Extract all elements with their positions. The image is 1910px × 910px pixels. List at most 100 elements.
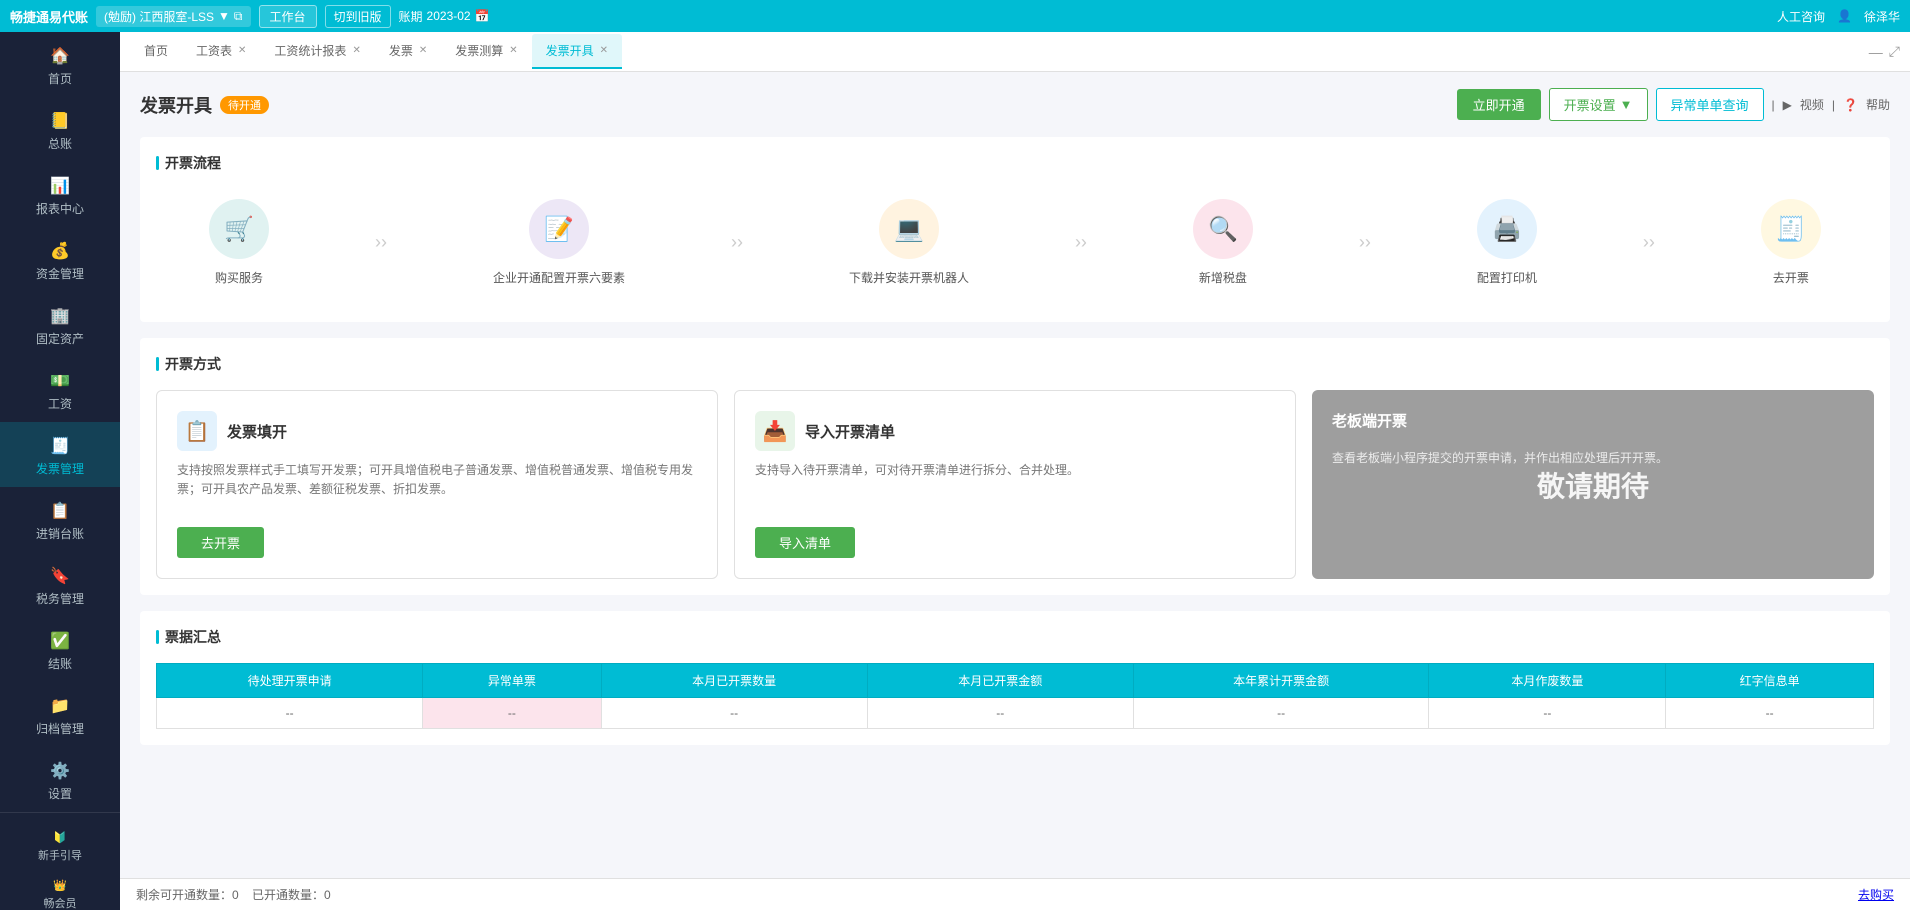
sidebar-item-label: 进销台账	[36, 525, 84, 542]
sidebar-item-vip[interactable]: 👑 畅会员	[0, 871, 120, 910]
method-boss-overlay: 敬请期待	[1537, 465, 1649, 505]
step-arrow-2: ››	[731, 232, 743, 253]
sidebar-item-ledger[interactable]: 📒 总账	[0, 97, 120, 162]
step-config-icon: 📝	[529, 199, 589, 259]
tab-payroll-report[interactable]: 工资统计报表 ✕	[260, 34, 374, 69]
company-dropdown-icon[interactable]: ▼	[218, 9, 230, 23]
tab-invoice-close[interactable]: ✕	[419, 45, 427, 56]
dropdown-arrow-icon: ▼	[1620, 97, 1633, 112]
tab-payroll[interactable]: 工资表 ✕	[182, 34, 260, 69]
app-logo: 畅捷通易代账	[10, 7, 88, 26]
tab-invoice-open[interactable]: 发票开具 ✕	[532, 34, 622, 69]
period-value[interactable]: 2023-02	[427, 9, 471, 23]
sidebar-item-archive[interactable]: 📁 归档管理	[0, 682, 120, 747]
tab-invoice-label: 发票	[389, 42, 413, 59]
tab-invoice-calc-close[interactable]: ✕	[509, 45, 517, 56]
cell-pending: --	[157, 698, 423, 729]
sidebar-item-tax[interactable]: 🔖 税务管理	[0, 552, 120, 617]
footer-bar: 剩余可开通数量：0 已开通数量：0 去购买	[120, 878, 1910, 910]
tab-invoice-calc-label: 发票测算	[455, 42, 503, 59]
sidebar-item-purchase-sales[interactable]: 📋 进销台账	[0, 487, 120, 552]
step-printer-label: 配置打印机	[1477, 269, 1537, 286]
help-icon[interactable]: ❓	[1843, 98, 1858, 112]
company-selector[interactable]: (勉励) 江西服室-LSS ▼ ⧉	[96, 6, 250, 27]
purchase-sales-icon: 📋	[50, 501, 70, 521]
sidebar-item-reports[interactable]: 📊 报表中心	[0, 162, 120, 227]
sidebar-item-settings[interactable]: ⚙️ 设置	[0, 747, 120, 812]
vip-label: 畅会员	[44, 895, 77, 910]
view-label[interactable]: 视频	[1800, 96, 1824, 113]
help-label[interactable]: 帮助	[1866, 96, 1890, 113]
col-year-amount: 本年累计开票金额	[1133, 664, 1429, 698]
tab-invoice-open-close[interactable]: ✕	[600, 45, 608, 56]
footer-separator	[242, 888, 252, 902]
sidebar-item-assets[interactable]: 🏢 固定资产	[0, 292, 120, 357]
tab-home-label: 首页	[144, 42, 168, 59]
method-import-btn[interactable]: 导入清单	[755, 527, 855, 558]
tab-home[interactable]: 首页	[130, 34, 182, 69]
step-download[interactable]: 💻 下载并安装开票机器人	[849, 199, 969, 286]
header-icons: | ▶ 视频 | ❓ 帮助	[1772, 96, 1890, 113]
sidebar-item-invoice[interactable]: 🧾 发票管理	[0, 422, 120, 487]
cell-month-amount: --	[867, 698, 1133, 729]
open-now-button[interactable]: 立即开通	[1457, 89, 1541, 120]
method-import-header: 📥 导入开票清单	[755, 411, 1275, 451]
sidebar-item-finance[interactable]: 💰 资金管理	[0, 227, 120, 292]
process-steps: 🛒 购买服务 ›› 📝 企业开通配置开票六要素 ›› 💻 下载并安装开票机器人 …	[156, 189, 1874, 306]
step-arrow-1: ››	[375, 232, 387, 253]
tax-icon: 🔖	[50, 566, 70, 586]
summary-table: 待处理开票申请 异常单票 本月已开票数量 本月已开票金额 本年累计开票金额 本月…	[156, 663, 1874, 729]
sidebar-item-label: 总账	[48, 135, 72, 152]
method-fill-desc: 支持按照发票样式手工填写开发票；可开具增值税电子普通发票、增值税普通发票、增值税…	[177, 461, 697, 511]
col-void-count: 本月作废数量	[1429, 664, 1666, 698]
calendar-icon[interactable]: 📅	[475, 9, 490, 23]
old-version-button[interactable]: 切到旧版	[325, 5, 391, 28]
settings-icon: ⚙️	[50, 761, 70, 781]
method-boss-desc: 查看老板端小程序提交的开票申请，并作出相应处理后开开票。	[1332, 449, 1854, 466]
tab-invoice[interactable]: 发票 ✕	[375, 34, 441, 69]
sidebar-item-tutorial[interactable]: 🔰 新手引导	[0, 823, 120, 871]
tab-expand-icon[interactable]: ⤢	[1889, 43, 1900, 60]
step-go-invoice[interactable]: 🧾 去开票	[1761, 199, 1821, 286]
username[interactable]: 徐泽华	[1864, 8, 1900, 25]
step-buy-service[interactable]: 🛒 购买服务	[209, 199, 269, 286]
sidebar-item-label: 设置	[48, 785, 72, 802]
summary-section: 票据汇总 待处理开票申请 异常单票 本月已开票数量 本月已开票金额 本年累计开票…	[140, 611, 1890, 745]
step-taxdisk[interactable]: 🔍 新增税盘	[1193, 199, 1253, 286]
page-header-right: 立即开通 开票设置 ▼ 异常单单查询 | ▶ 视频 | ❓ 帮助	[1457, 88, 1890, 121]
user-avatar[interactable]: 👤	[1837, 9, 1852, 23]
open-settings-button[interactable]: 开票设置 ▼	[1549, 88, 1648, 121]
period-display: 账期 2023-02 📅	[399, 8, 490, 25]
step-printer[interactable]: 🖨️ 配置打印机	[1477, 199, 1537, 286]
sidebar-item-label: 固定资产	[36, 330, 84, 347]
step-config[interactable]: 📝 企业开通配置开票六要素	[493, 199, 625, 286]
abnormal-query-button[interactable]: 异常单单查询	[1656, 88, 1764, 121]
buy-link[interactable]: 去购买	[1858, 888, 1894, 902]
process-section-title: 开票流程	[156, 153, 1874, 173]
sidebar-item-closing[interactable]: ✅ 结账	[0, 617, 120, 682]
closing-icon: ✅	[50, 631, 70, 651]
method-fill-btn[interactable]: 去开票	[177, 527, 264, 558]
tab-payroll-close[interactable]: ✕	[238, 45, 246, 56]
video-icon[interactable]: ▶	[1783, 98, 1792, 112]
assets-icon: 🏢	[50, 306, 70, 326]
tab-invoice-calc[interactable]: 发票测算 ✕	[441, 34, 531, 69]
open-settings-label: 开票设置	[1564, 95, 1616, 114]
sidebar-item-label: 工资	[48, 395, 72, 412]
tab-payroll-report-close[interactable]: ✕	[352, 45, 360, 56]
cell-red-info: --	[1666, 698, 1874, 729]
method-boss-title: 老板端开票	[1332, 410, 1407, 431]
sidebar-item-payroll[interactable]: 💵 工资	[0, 357, 120, 422]
remaining-label: 剩余可开通数量：0	[136, 888, 239, 902]
sidebar-item-label: 首页	[48, 70, 72, 87]
sidebar-item-home[interactable]: 🏠 首页	[0, 32, 120, 97]
customer-service[interactable]: 人工咨询	[1777, 8, 1825, 25]
tab-minimize-icon[interactable]: —	[1869, 44, 1883, 60]
workspace-button[interactable]: 工作台	[259, 5, 317, 28]
methods-section-title: 开票方式	[156, 354, 1874, 374]
summary-section-title: 票据汇总	[156, 627, 1874, 647]
tutorial-icon: 🔰	[53, 831, 67, 844]
copy-icon[interactable]: ⧉	[234, 9, 243, 24]
step-go-invoice-icon: 🧾	[1761, 199, 1821, 259]
step-download-icon: 💻	[879, 199, 939, 259]
